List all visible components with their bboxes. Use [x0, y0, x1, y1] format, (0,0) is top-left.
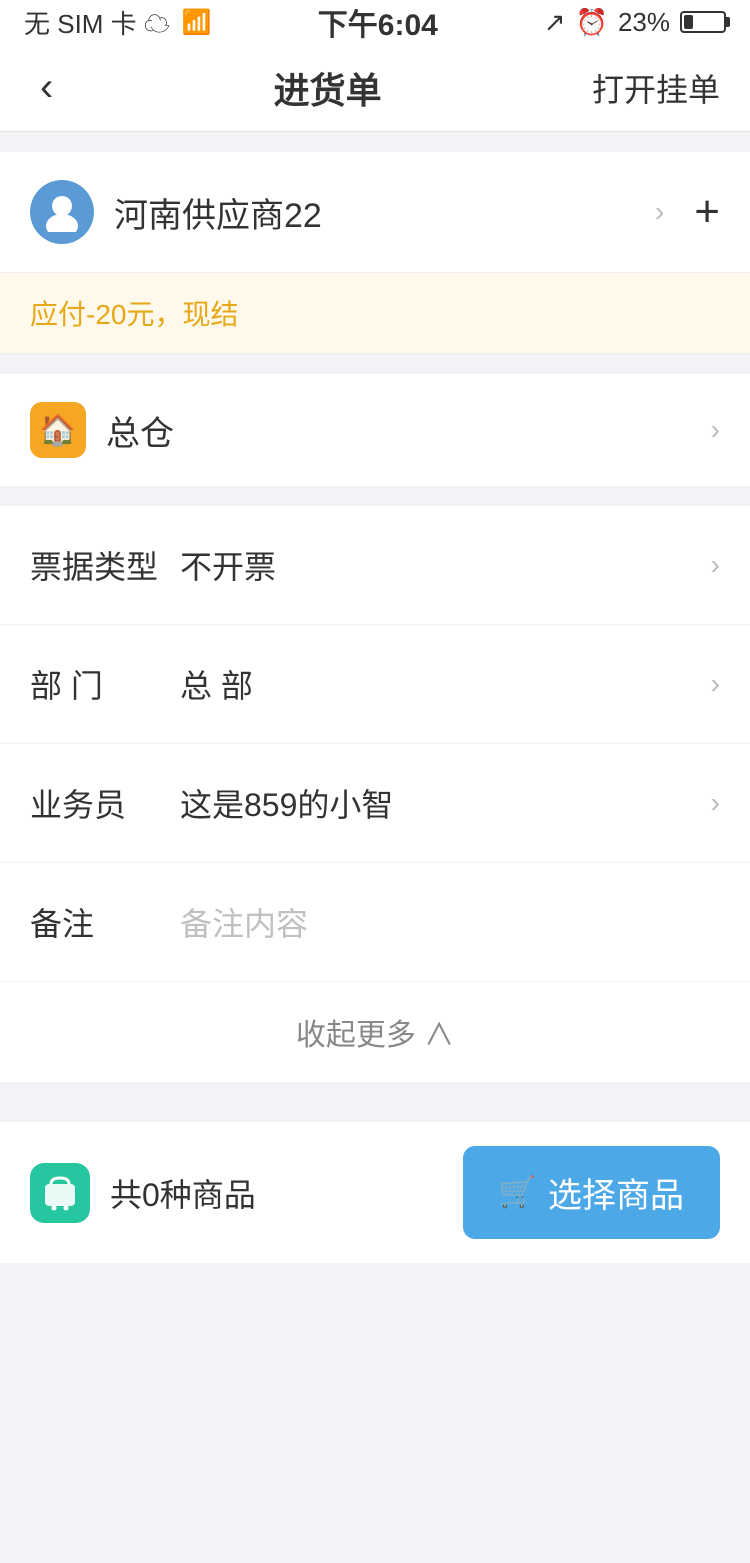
nav-bar: ‹ 进货单 打开挂单	[0, 44, 750, 132]
section-divider-1	[0, 132, 750, 152]
product-icon	[30, 1163, 90, 1223]
battery-icon	[680, 11, 726, 33]
invoice-type-label: 票据类型	[30, 542, 160, 588]
open-pending-button[interactable]: 打开挂单	[592, 65, 720, 111]
gray-area	[0, 1263, 750, 1563]
invoice-type-value: 不开票	[160, 542, 711, 588]
supplier-row[interactable]: 河南供应商22 › +	[0, 152, 750, 273]
department-label: 部 门	[30, 661, 160, 707]
department-value: 总 部	[160, 661, 711, 707]
warehouse-arrow-icon: ›	[711, 414, 720, 446]
warehouse-name: 总仓	[106, 406, 711, 455]
collapse-row[interactable]: 收起更多 ∧	[0, 981, 750, 1082]
salesperson-row[interactable]: 业务员 这是859的小智 ›	[0, 744, 750, 863]
select-product-button[interactable]: 🛒 选择商品	[463, 1146, 720, 1239]
location-icon: ↗	[544, 7, 566, 38]
page-title: 进货单	[274, 62, 382, 114]
remark-row[interactable]: 备注 备注内容	[0, 863, 750, 981]
status-left: 无 SIM 卡 ☁ 📶	[24, 4, 212, 41]
supplier-arrow-icon: ›	[655, 196, 664, 228]
sim-label: 无 SIM 卡 ☁	[24, 4, 170, 41]
notice-row: 应付-20元，现结	[0, 273, 750, 354]
person-icon	[42, 192, 82, 232]
invoice-type-row[interactable]: 票据类型 不开票 ›	[0, 506, 750, 625]
salesperson-arrow-icon: ›	[711, 787, 720, 819]
remark-placeholder: 备注内容	[160, 899, 720, 945]
supplier-section: 河南供应商22 › + 应付-20元，现结	[0, 152, 750, 354]
product-count-text: 共0种商品	[110, 1170, 463, 1216]
warehouse-icon: 🏠	[30, 402, 86, 458]
section-divider-3	[0, 1082, 750, 1102]
add-supplier-button[interactable]: +	[694, 190, 720, 234]
salesperson-label: 业务员	[30, 780, 160, 826]
status-bar: 无 SIM 卡 ☁ 📶 下午6:04 ↗ ⏰ 23%	[0, 0, 750, 44]
status-time: 下午6:04	[318, 0, 438, 44]
form-section: 票据类型 不开票 › 部 门 总 部 › 业务员 这是859的小智 › 备注 备…	[0, 506, 750, 981]
select-product-icon: 🛒	[499, 1175, 536, 1210]
department-row[interactable]: 部 门 总 部 ›	[0, 625, 750, 744]
remark-label: 备注	[30, 899, 160, 945]
section-divider-2	[0, 354, 750, 374]
house-icon: 🏠	[39, 413, 76, 448]
salesperson-value: 这是859的小智	[160, 780, 711, 826]
alarm-icon: ⏰	[576, 7, 608, 38]
wifi-icon: 📶	[182, 8, 212, 37]
cart-icon	[41, 1174, 79, 1212]
department-arrow-icon: ›	[711, 668, 720, 700]
supplier-name: 河南供应商22	[114, 188, 655, 237]
supplier-avatar	[30, 180, 94, 244]
back-button[interactable]: ‹	[30, 55, 63, 120]
status-right: ↗ ⏰ 23%	[544, 7, 726, 38]
warehouse-row[interactable]: 🏠 总仓 ›	[0, 374, 750, 486]
bottom-bar: 共0种商品 🛒 选择商品	[0, 1122, 750, 1263]
select-product-label: 选择商品	[548, 1168, 684, 1217]
battery-label: 23%	[618, 7, 670, 38]
warehouse-section: 🏠 总仓 ›	[0, 374, 750, 486]
invoice-type-arrow-icon: ›	[711, 549, 720, 581]
